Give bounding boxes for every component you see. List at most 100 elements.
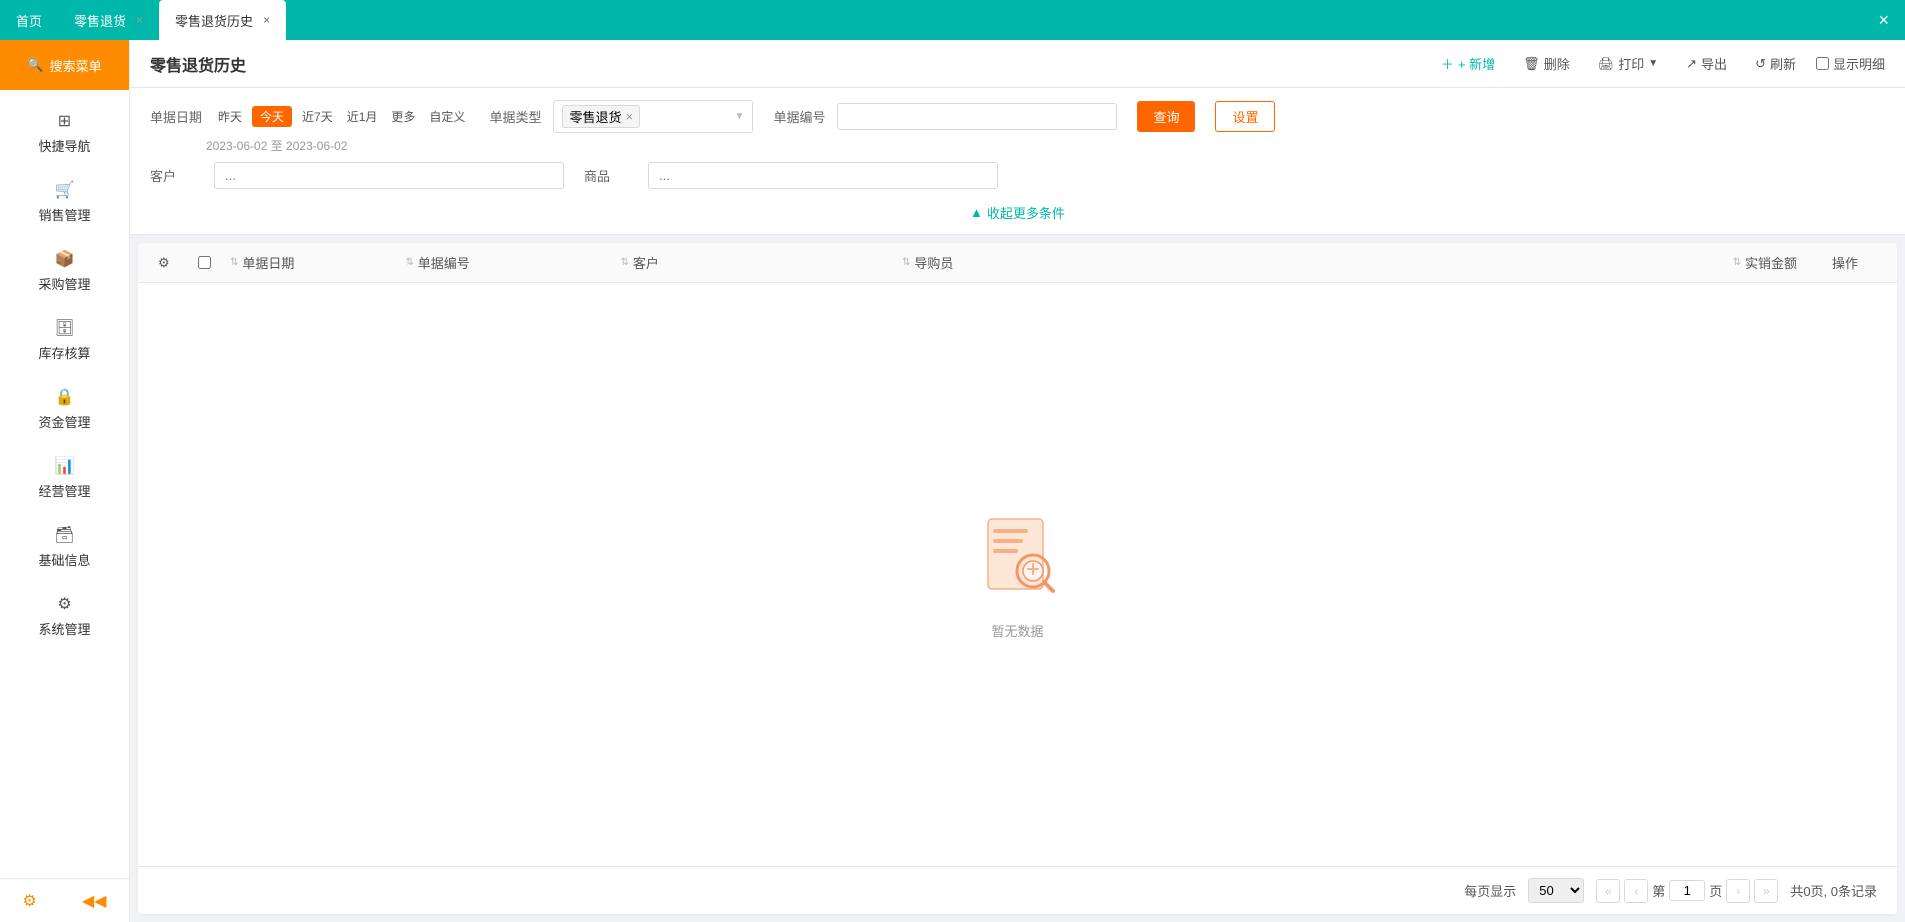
date-btn-today[interactable]: 今天: [252, 106, 292, 127]
filter-row-1: 单据日期 昨天 今天 近7天 近1月 更多 自定义 单据类型: [150, 100, 1885, 133]
content-area: 零售退货历史 ＋ + 新增 🗑 删除 🖨 打印 ▼ ↗ 导出: [130, 40, 1905, 922]
tag-close-icon[interactable]: ×: [625, 109, 633, 124]
page-suffix: 页: [1709, 881, 1722, 900]
refresh-button[interactable]: ↺ 刷新: [1747, 50, 1804, 77]
sidebar-item-operations[interactable]: 📊 经营管理: [0, 443, 129, 512]
sidebar: 🔍 搜索菜单 ⊞ 快捷导航 🛒 销售管理 📦 采购管理 🗄 库存核算 🔒: [0, 40, 130, 922]
sort-guide-icon: ⇅: [902, 257, 910, 268]
th-checkbox[interactable]: [190, 256, 222, 269]
select-all-checkbox[interactable]: [198, 256, 211, 269]
sidebar-item-purchase-mgmt[interactable]: 📦 采购管理: [0, 236, 129, 305]
customer-input[interactable]: [214, 162, 564, 189]
doc-number-input[interactable]: [837, 103, 1117, 130]
purchase-icon: 📦: [54, 248, 76, 270]
date-btn-1month[interactable]: 近1月: [343, 106, 382, 127]
content-body: ⚙ ⇅ 单据日期 ⇅ 单据编号 ⇅ 客户 ⇅: [138, 243, 1897, 914]
th-action: 操作: [1805, 253, 1885, 272]
page-header: 零售退货历史 ＋ + 新增 🗑 删除 🖨 打印 ▼ ↗ 导出: [130, 40, 1905, 88]
finance-icon: 🔒: [54, 386, 76, 408]
top-bar: 首页 零售退货 × 零售退货历史 × ×: [0, 0, 1905, 40]
th-settings[interactable]: ⚙: [150, 255, 190, 271]
sidebar-item-sales-mgmt[interactable]: 🛒 销售管理: [0, 167, 129, 236]
close-retail-return-history-tab[interactable]: ×: [263, 13, 270, 27]
doc-number-filter-group: 单据编号: [773, 103, 1117, 130]
collapse-filter-button[interactable]: ▲ 收起更多条件: [970, 203, 1065, 222]
date-btn-7days[interactable]: 近7天: [298, 106, 337, 127]
first-page-button[interactable]: «: [1596, 879, 1620, 903]
delete-button[interactable]: 🗑 删除: [1515, 50, 1578, 77]
per-page-label: 每页显示: [1464, 881, 1516, 900]
tab-home[interactable]: 首页: [0, 0, 58, 40]
pagination-nav: « ‹ 第 页 › »: [1596, 879, 1778, 903]
page-input[interactable]: [1669, 880, 1705, 901]
sales-icon: 🛒: [54, 179, 76, 201]
sort-amount-icon: ⇅: [1733, 257, 1741, 268]
print-dropdown-icon: ▼: [1648, 58, 1658, 69]
doc-type-select[interactable]: 零售退货 × ▼: [553, 100, 753, 133]
empty-state: 暂无数据: [968, 509, 1068, 640]
search-button[interactable]: 查询: [1137, 101, 1195, 132]
th-guide[interactable]: ⇅ 导购员: [894, 253, 1109, 272]
sidebar-item-finance[interactable]: 🔒 资金管理: [0, 374, 129, 443]
sidebar-item-inventory[interactable]: 🗄 库存核算: [0, 305, 129, 374]
top-bar-right: ×: [1878, 10, 1905, 31]
settings-col-icon: ⚙: [158, 255, 170, 271]
tab-retail-return-history[interactable]: 零售退货历史 ×: [159, 0, 286, 40]
table-body: 暂无数据: [138, 283, 1897, 866]
sidebar-settings-icon[interactable]: ⚙: [23, 891, 37, 911]
sidebar-search-button[interactable]: 🔍 搜索菜单: [0, 40, 129, 90]
last-page-button[interactable]: »: [1754, 879, 1778, 903]
date-btn-more[interactable]: 更多: [387, 106, 419, 127]
sidebar-item-system-mgmt[interactable]: ⚙ 系统管理: [0, 581, 129, 650]
export-button[interactable]: ↗ 导出: [1678, 50, 1735, 77]
next-page-button[interactable]: ›: [1726, 879, 1750, 903]
close-window-button[interactable]: ×: [1878, 10, 1889, 31]
filter-row-2: 客户 商品: [150, 162, 1885, 189]
show-detail-check[interactable]: [1816, 57, 1829, 70]
delete-icon: 🗑: [1523, 56, 1540, 72]
quick-nav-icon: ⊞: [54, 110, 76, 132]
tab-list: 首页 零售退货 × 零售退货历史 ×: [0, 0, 1878, 40]
date-btn-custom[interactable]: 自定义: [425, 106, 469, 127]
goods-input[interactable]: [648, 162, 998, 189]
inventory-icon: 🗄: [54, 317, 76, 339]
goods-label: 商品: [584, 166, 640, 185]
doc-type-tag: 零售退货 ×: [562, 105, 640, 128]
doc-type-label: 单据类型: [489, 107, 545, 126]
date-filter-group: 单据日期 昨天 今天 近7天 近1月 更多 自定义: [150, 106, 469, 127]
date-shortcuts: 昨天 今天 近7天 近1月 更多 自定义: [214, 106, 469, 127]
system-icon: ⚙: [54, 593, 76, 615]
sort-number-icon: ⇅: [405, 257, 413, 268]
close-retail-return-tab[interactable]: ×: [136, 13, 143, 27]
th-number[interactable]: ⇅ 单据编号: [397, 253, 612, 272]
doc-type-filter-group: 单据类型 零售退货 × ▼: [489, 100, 753, 133]
settings-button[interactable]: 设置: [1215, 101, 1275, 132]
refresh-icon: ↺: [1755, 56, 1766, 72]
sort-customer-icon: ⇅: [620, 257, 628, 268]
show-detail-checkbox[interactable]: 显示明细: [1816, 54, 1885, 73]
print-button[interactable]: 🖨 打印 ▼: [1590, 50, 1666, 77]
date-btn-yesterday[interactable]: 昨天: [214, 106, 246, 127]
prev-page-button[interactable]: ‹: [1624, 879, 1648, 903]
sidebar-item-basic-info[interactable]: 🗃 基础信息: [0, 512, 129, 581]
sort-date-icon: ⇅: [230, 257, 238, 268]
sidebar-item-quick-nav[interactable]: ⊞ 快捷导航: [0, 98, 129, 167]
export-icon: ↗: [1686, 56, 1697, 72]
date-label: 单据日期: [150, 107, 206, 126]
goods-filter-group: 商品: [584, 162, 998, 189]
th-date[interactable]: ⇅ 单据日期: [222, 253, 397, 272]
table-header: ⚙ ⇅ 单据日期 ⇅ 单据编号 ⇅ 客户 ⇅: [138, 243, 1897, 283]
new-icon: ＋: [1441, 54, 1454, 73]
per-page-select[interactable]: 10 20 50 100: [1528, 878, 1584, 903]
th-customer[interactable]: ⇅ 客户: [612, 253, 894, 272]
toolbar: ＋ + 新增 🗑 删除 🖨 打印 ▼ ↗ 导出 ↺: [1433, 50, 1885, 77]
collapse-icon: ▲: [970, 205, 983, 220]
tab-retail-return[interactable]: 零售退货 ×: [58, 0, 159, 40]
customer-label: 客户: [150, 166, 206, 185]
empty-text: 暂无数据: [991, 621, 1043, 640]
new-button[interactable]: ＋ + 新增: [1433, 50, 1503, 77]
sidebar-audio-icon[interactable]: ◀◀: [82, 891, 107, 911]
empty-icon: [968, 509, 1068, 609]
th-amount[interactable]: ⇅ 实销金额: [1656, 253, 1805, 272]
main-layout: 🔍 搜索菜单 ⊞ 快捷导航 🛒 销售管理 📦 采购管理 🗄 库存核算 🔒: [0, 40, 1905, 922]
